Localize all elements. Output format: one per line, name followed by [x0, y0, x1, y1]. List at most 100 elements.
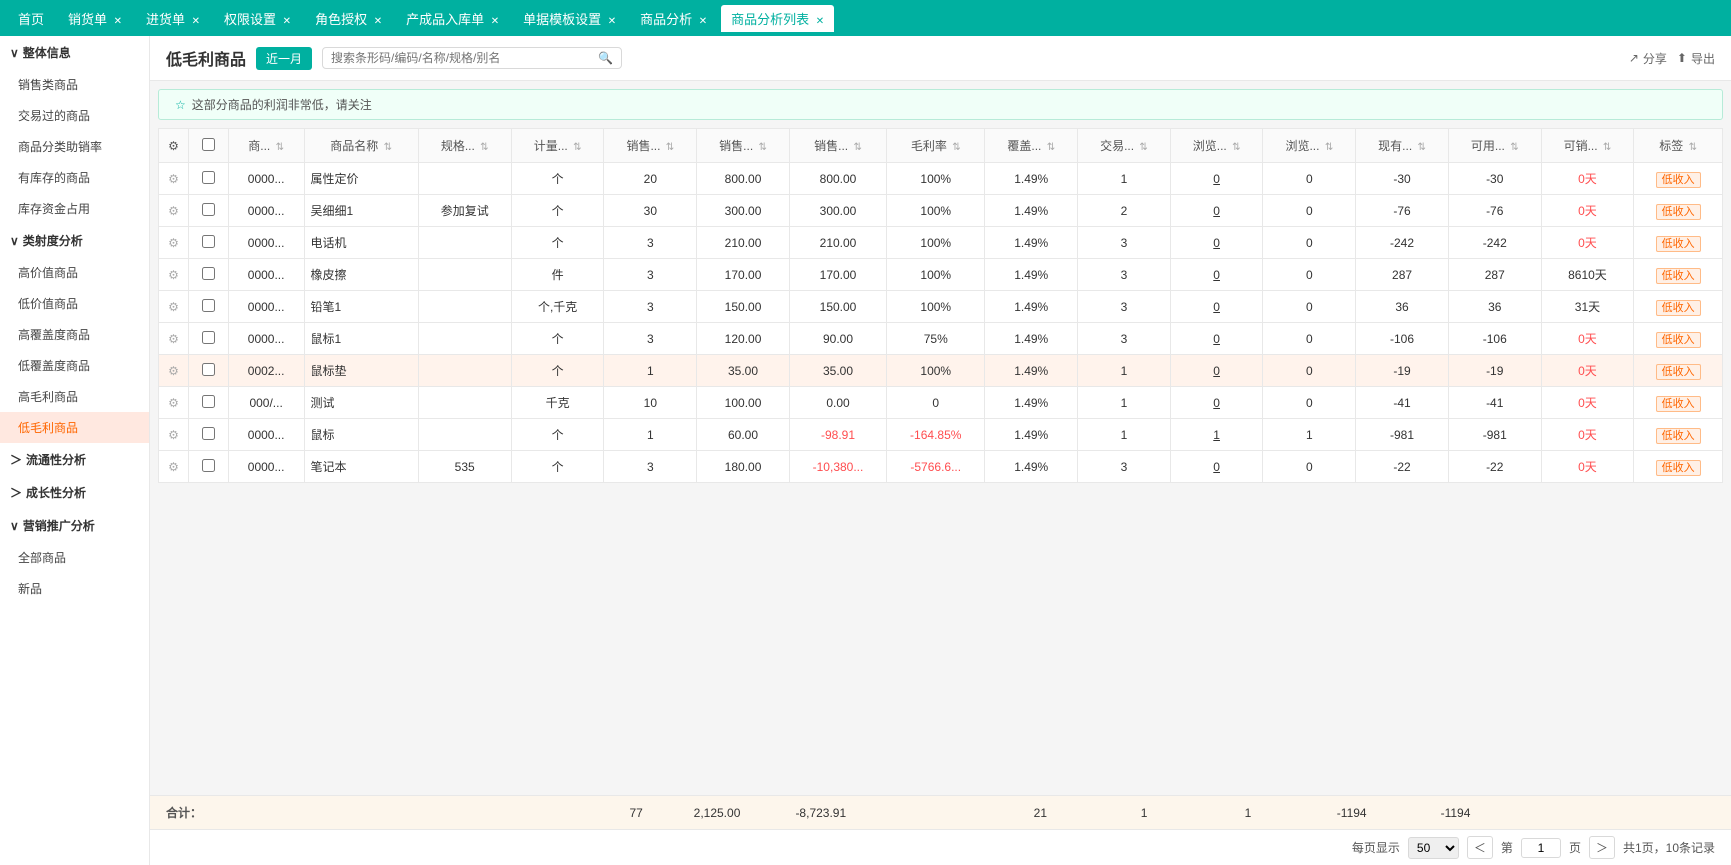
- close-icon[interactable]: ✕: [374, 16, 382, 27]
- checkbox-cell[interactable]: [189, 163, 229, 195]
- row-checkbox[interactable]: [202, 171, 215, 184]
- view1-cell[interactable]: 0: [1170, 355, 1263, 387]
- view1-cell[interactable]: 0: [1170, 195, 1263, 227]
- nav-roles[interactable]: 角色授权 ✕: [305, 5, 392, 32]
- col-view2[interactable]: 浏览... ⇅: [1263, 129, 1356, 163]
- checkbox-cell[interactable]: [189, 451, 229, 483]
- gear-cell[interactable]: ⚙: [159, 355, 189, 387]
- close-icon[interactable]: ✕: [491, 16, 499, 27]
- checkbox-cell[interactable]: [189, 387, 229, 419]
- gear-cell[interactable]: ⚙: [159, 291, 189, 323]
- row-checkbox[interactable]: [202, 331, 215, 344]
- per-page-select[interactable]: 50 20 100: [1408, 837, 1459, 859]
- gear-cell[interactable]: ⚙: [159, 163, 189, 195]
- nav-permissions[interactable]: 权限设置 ✕: [214, 5, 301, 32]
- row-checkbox[interactable]: [202, 363, 215, 376]
- export-button[interactable]: ⬆ 导出: [1677, 50, 1715, 67]
- sidebar-item-low-value[interactable]: 低价值商品: [0, 288, 149, 319]
- col-name[interactable]: 商品名称 ⇅: [304, 129, 418, 163]
- col-trade[interactable]: 交易... ⇅: [1078, 129, 1171, 163]
- search-input[interactable]: [331, 51, 594, 65]
- col-code[interactable]: 商... ⇅: [228, 129, 304, 163]
- settings-column-header[interactable]: ⚙: [159, 129, 189, 163]
- col-saleable[interactable]: 可销... ⇅: [1541, 129, 1634, 163]
- search-icon[interactable]: 🔍: [598, 51, 613, 65]
- sidebar-group-growth[interactable]: ＞ 成长性分析: [0, 476, 149, 509]
- col-spec[interactable]: 规格... ⇅: [418, 129, 511, 163]
- col-unit[interactable]: 计量... ⇅: [511, 129, 604, 163]
- gear-cell[interactable]: ⚙: [159, 323, 189, 355]
- nav-template-settings[interactable]: 单据模板设置 ✕: [513, 5, 626, 32]
- sidebar-item-in-stock[interactable]: 有库存的商品: [0, 162, 149, 193]
- nav-product-entry[interactable]: 产成品入库单 ✕: [396, 5, 509, 32]
- view1-cell[interactable]: 0: [1170, 387, 1263, 419]
- sidebar-item-low-coverage[interactable]: 低覆盖度商品: [0, 350, 149, 381]
- col-qty[interactable]: 销售... ⇅: [604, 129, 697, 163]
- close-icon[interactable]: ✕: [816, 16, 824, 27]
- gear-cell[interactable]: ⚙: [159, 227, 189, 259]
- checkbox-cell[interactable]: [189, 291, 229, 323]
- gear-cell[interactable]: ⚙: [159, 387, 189, 419]
- col-available[interactable]: 可用... ⇅: [1448, 129, 1541, 163]
- row-checkbox[interactable]: [202, 267, 215, 280]
- prev-page-button[interactable]: ＜: [1467, 836, 1493, 859]
- sidebar-group-overall[interactable]: ∨ 整体信息: [0, 36, 149, 69]
- checkbox-cell[interactable]: [189, 227, 229, 259]
- col-gross-rate[interactable]: 毛利率 ⇅: [887, 129, 985, 163]
- checkbox-column-header[interactable]: [189, 129, 229, 163]
- sidebar-item-sales-goods[interactable]: 销售类商品: [0, 69, 149, 100]
- sidebar-item-all-goods[interactable]: 全部商品: [0, 542, 149, 573]
- col-amount[interactable]: 销售... ⇅: [697, 129, 790, 163]
- checkbox-cell[interactable]: [189, 419, 229, 451]
- row-checkbox[interactable]: [202, 459, 215, 472]
- sidebar-group-marketing[interactable]: ∨ 营销推广分析: [0, 509, 149, 542]
- view1-cell[interactable]: 0: [1170, 163, 1263, 195]
- close-icon[interactable]: ✕: [608, 16, 616, 27]
- gear-cell[interactable]: ⚙: [159, 259, 189, 291]
- col-view1[interactable]: 浏览... ⇅: [1170, 129, 1263, 163]
- sidebar-item-capital[interactable]: 库存资金占用: [0, 193, 149, 224]
- select-all-checkbox[interactable]: [202, 138, 215, 151]
- view1-cell[interactable]: 0: [1170, 227, 1263, 259]
- view1-cell[interactable]: 0: [1170, 451, 1263, 483]
- view1-cell[interactable]: 0: [1170, 259, 1263, 291]
- sidebar-item-high-coverage[interactable]: 高覆盖度商品: [0, 319, 149, 350]
- next-page-button[interactable]: ＞: [1589, 836, 1615, 859]
- sidebar-item-high-value[interactable]: 高价值商品: [0, 257, 149, 288]
- nav-home[interactable]: 首页: [8, 5, 54, 32]
- col-coverage[interactable]: 覆盖... ⇅: [985, 129, 1078, 163]
- nav-product-analysis-list[interactable]: 商品分析列表 ✕: [721, 5, 834, 32]
- close-icon[interactable]: ✕: [114, 16, 122, 27]
- view1-cell[interactable]: 0: [1170, 323, 1263, 355]
- date-filter-button[interactable]: 近一月: [256, 47, 312, 70]
- share-button[interactable]: ↗ 分享: [1629, 50, 1667, 67]
- col-current[interactable]: 现有... ⇅: [1356, 129, 1449, 163]
- nav-sales-order[interactable]: 销货单 ✕: [58, 5, 132, 32]
- close-icon[interactable]: ✕: [283, 16, 291, 27]
- sidebar-item-high-margin[interactable]: 高毛利商品: [0, 381, 149, 412]
- sidebar-item-category-rate[interactable]: 商品分类助销率: [0, 131, 149, 162]
- checkbox-cell[interactable]: [189, 355, 229, 387]
- gear-cell[interactable]: ⚙: [159, 451, 189, 483]
- row-checkbox[interactable]: [202, 395, 215, 408]
- row-checkbox[interactable]: [202, 203, 215, 216]
- page-number-input[interactable]: [1521, 838, 1561, 858]
- row-checkbox[interactable]: [202, 299, 215, 312]
- nav-product-analysis[interactable]: 商品分析 ✕: [630, 5, 717, 32]
- checkbox-cell[interactable]: [189, 195, 229, 227]
- col-gross[interactable]: 销售... ⇅: [789, 129, 886, 163]
- view1-cell[interactable]: 0: [1170, 291, 1263, 323]
- sidebar-group-analysis[interactable]: ∨ 类射度分析: [0, 224, 149, 257]
- checkbox-cell[interactable]: [189, 259, 229, 291]
- sidebar-item-traded-goods[interactable]: 交易过的商品: [0, 100, 149, 131]
- row-checkbox[interactable]: [202, 235, 215, 248]
- row-checkbox[interactable]: [202, 427, 215, 440]
- sidebar-item-low-margin[interactable]: 低毛利商品: [0, 412, 149, 443]
- close-icon[interactable]: ✕: [699, 16, 707, 27]
- close-icon[interactable]: ✕: [192, 16, 200, 27]
- view1-cell[interactable]: 1: [1170, 419, 1263, 451]
- checkbox-cell[interactable]: [189, 323, 229, 355]
- sidebar-group-flow[interactable]: ＞ 流通性分析: [0, 443, 149, 476]
- nav-purchase-order[interactable]: 进货单 ✕: [136, 5, 210, 32]
- sidebar-item-new-goods[interactable]: 新品: [0, 573, 149, 604]
